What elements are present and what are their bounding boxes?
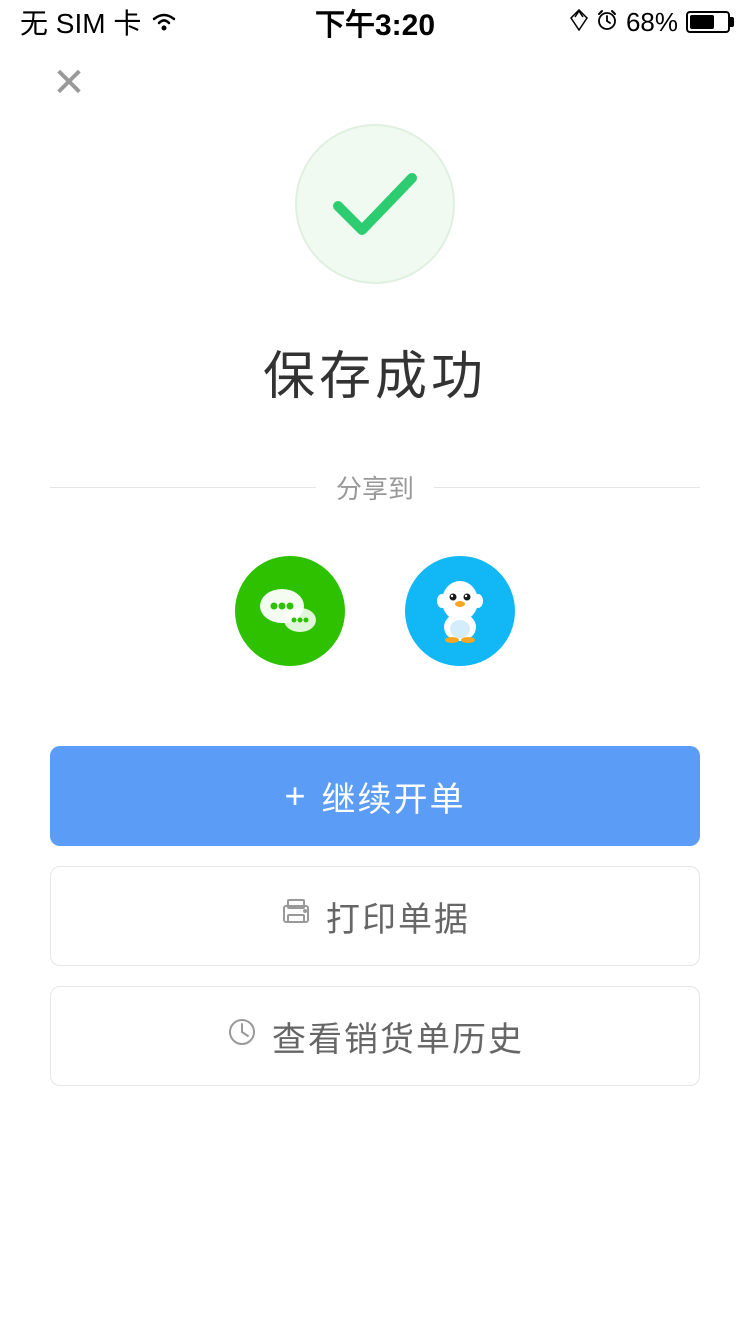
carrier-text: 无 SIM 卡 (20, 2, 141, 42)
qq-icon (428, 577, 492, 645)
wechat-icon (256, 582, 324, 640)
continue-button[interactable]: + 继续开单 (50, 746, 700, 846)
battery-percentage: 68% (626, 7, 678, 38)
plus-icon: + (284, 775, 307, 817)
success-title: 保存成功 (263, 334, 487, 409)
status-bar-left: 无 SIM 卡 (20, 2, 179, 42)
share-label: 分享到 (336, 469, 414, 506)
history-button[interactable]: 查看销货单历史 (50, 986, 700, 1086)
history-label: 查看销货单历史 (272, 1012, 524, 1061)
print-icon (280, 896, 312, 936)
print-label: 打印单据 (326, 892, 470, 941)
print-button[interactable]: 打印单据 (50, 866, 700, 966)
divider-line-right (434, 487, 700, 488)
qq-share-button[interactable] (405, 556, 515, 666)
wifi-icon (149, 6, 179, 38)
close-icon: ✕ (52, 63, 86, 103)
location-icon (570, 7, 588, 38)
status-bar-time: 下午3:20 (315, 0, 435, 44)
wechat-share-button[interactable] (235, 556, 345, 666)
history-icon (226, 1016, 258, 1056)
share-divider: 分享到 (50, 469, 700, 506)
share-icons (235, 556, 515, 666)
divider-line-left (50, 487, 316, 488)
battery-icon (686, 11, 730, 33)
action-buttons: + 继续开单 打印单据 (50, 746, 700, 1086)
success-circle (295, 124, 455, 284)
status-bar-right: 68% (570, 7, 730, 38)
continue-label: 继续开单 (322, 772, 466, 821)
status-bar: 无 SIM 卡 下午3:20 68 (0, 0, 750, 44)
alarm-icon (596, 7, 618, 38)
checkmark-icon (330, 168, 420, 240)
close-button[interactable]: ✕ (44, 58, 94, 108)
main-content: 保存成功 分享到 (0, 44, 750, 1086)
